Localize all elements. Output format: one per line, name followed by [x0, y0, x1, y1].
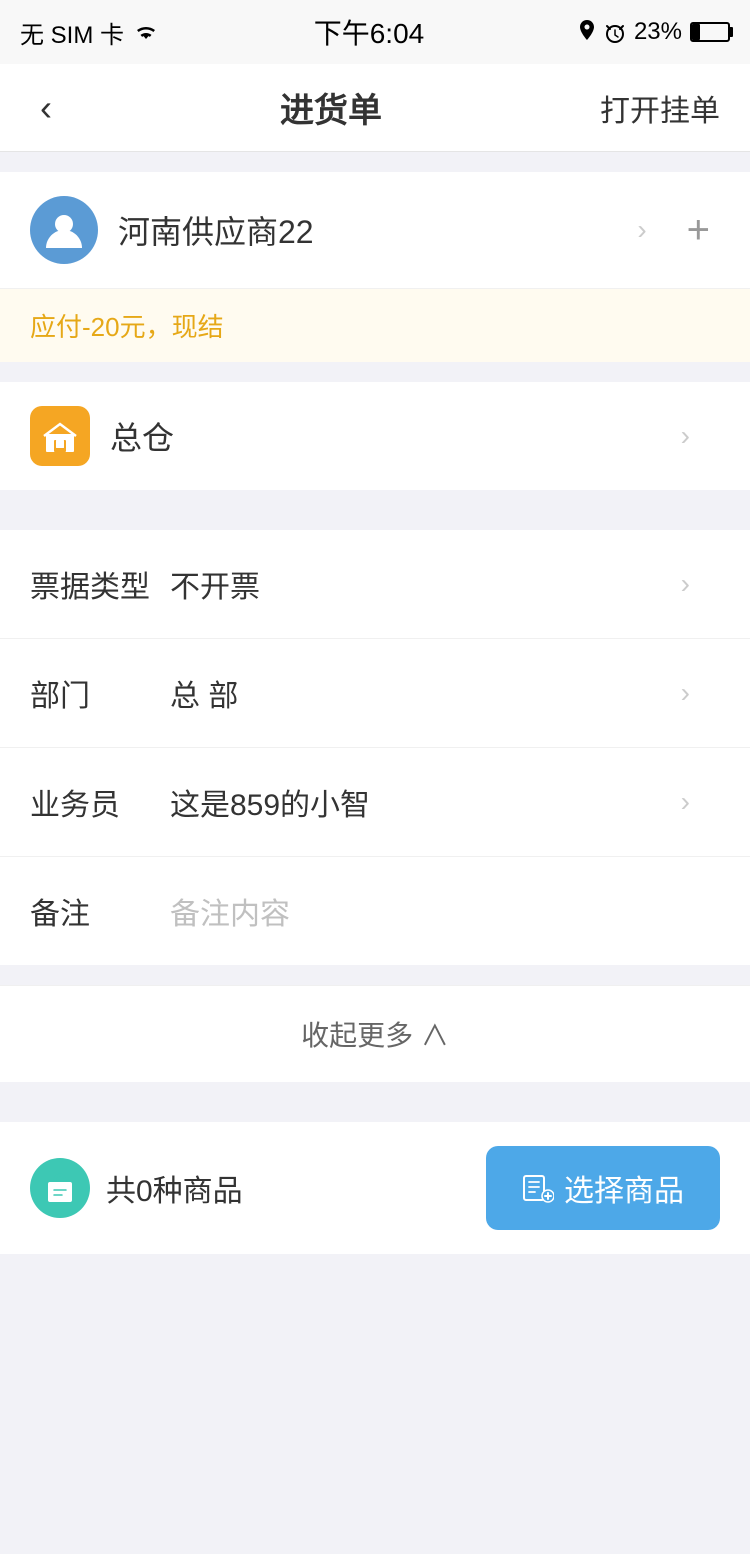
supplier-row[interactable]: 河南供应商22 › +: [0, 172, 750, 289]
bottom-space: [0, 1254, 750, 1554]
dept-row[interactable]: 部门 总 部 ›: [0, 639, 750, 748]
remark-label: 备注: [30, 889, 160, 933]
battery-percent: 23%: [634, 18, 682, 46]
select-product-label: 选择商品: [564, 1166, 684, 1210]
warehouse-chevron-icon: ›: [681, 420, 690, 452]
person-icon: [42, 208, 86, 252]
dept-value: 总 部: [160, 671, 681, 715]
supplier-chevron-icon: ›: [637, 214, 646, 246]
notice-banner: 应付-20元，现结: [0, 289, 750, 362]
product-count-text: 共0种商品: [106, 1166, 243, 1210]
section-gap-2: [0, 362, 750, 382]
form-section: 票据类型 不开票 › 部门 总 部 › 业务员 这是859的小智 › 备注 备注…: [0, 530, 750, 965]
status-right: 23%: [578, 18, 730, 46]
status-bar: 无 SIM 卡 下午6:04 23%: [0, 0, 750, 64]
remark-row[interactable]: 备注 备注内容: [0, 857, 750, 965]
bottom-bar: 共0种商品 选择商品: [0, 1122, 750, 1254]
open-pending-button[interactable]: 打开挂单: [600, 86, 720, 130]
add-button[interactable]: +: [677, 208, 720, 253]
invoice-type-row[interactable]: 票据类型 不开票 ›: [0, 530, 750, 639]
notice-text: 应付-20元，现结: [30, 312, 224, 342]
product-count-area: 共0种商品: [30, 1158, 243, 1218]
back-button[interactable]: ‹: [30, 77, 62, 139]
warehouse-building-icon: [42, 418, 78, 454]
remark-input[interactable]: 备注内容: [160, 889, 720, 933]
select-product-button[interactable]: 选择商品: [486, 1146, 720, 1230]
product-icon-bg: [30, 1158, 90, 1218]
warehouse-section: 总仓 ›: [0, 382, 750, 490]
carrier-text: 无 SIM 卡: [20, 15, 124, 50]
supplier-name: 河南供应商22: [118, 207, 637, 253]
invoice-chevron-icon: ›: [681, 568, 690, 600]
select-product-icon: [522, 1172, 554, 1204]
warehouse-row[interactable]: 总仓 ›: [0, 382, 750, 490]
section-gap-4: [0, 1082, 750, 1102]
invoice-type-label: 票据类型: [30, 562, 160, 606]
collapse-section: 收起更多 ∧: [0, 985, 750, 1082]
wifi-icon: [132, 21, 160, 43]
warehouse-name: 总仓: [110, 413, 681, 459]
salesman-value: 这是859的小智: [160, 780, 681, 824]
salesman-row[interactable]: 业务员 这是859的小智 ›: [0, 748, 750, 857]
nav-bar: ‹ 进货单 打开挂单: [0, 64, 750, 152]
collapse-button[interactable]: 收起更多 ∧: [301, 1014, 449, 1054]
section-gap-1: [0, 152, 750, 172]
salesman-chevron-icon: ›: [681, 786, 690, 818]
shopping-bag-icon: [42, 1170, 78, 1206]
supplier-avatar: [30, 196, 98, 264]
dept-label: 部门: [30, 671, 160, 715]
section-gap-3: [0, 490, 750, 510]
warehouse-icon-bg: [30, 406, 90, 466]
status-time: 下午6:04: [314, 12, 425, 52]
page-title: 进货单: [280, 83, 382, 132]
alarm-icon: [604, 21, 626, 43]
battery-icon: [690, 22, 730, 42]
invoice-type-value: 不开票: [160, 562, 681, 606]
supplier-section: 河南供应商22 › + 应付-20元，现结: [0, 172, 750, 362]
salesman-label: 业务员: [30, 780, 160, 824]
status-left: 无 SIM 卡: [20, 15, 160, 50]
dept-chevron-icon: ›: [681, 677, 690, 709]
location-icon: [578, 20, 596, 44]
